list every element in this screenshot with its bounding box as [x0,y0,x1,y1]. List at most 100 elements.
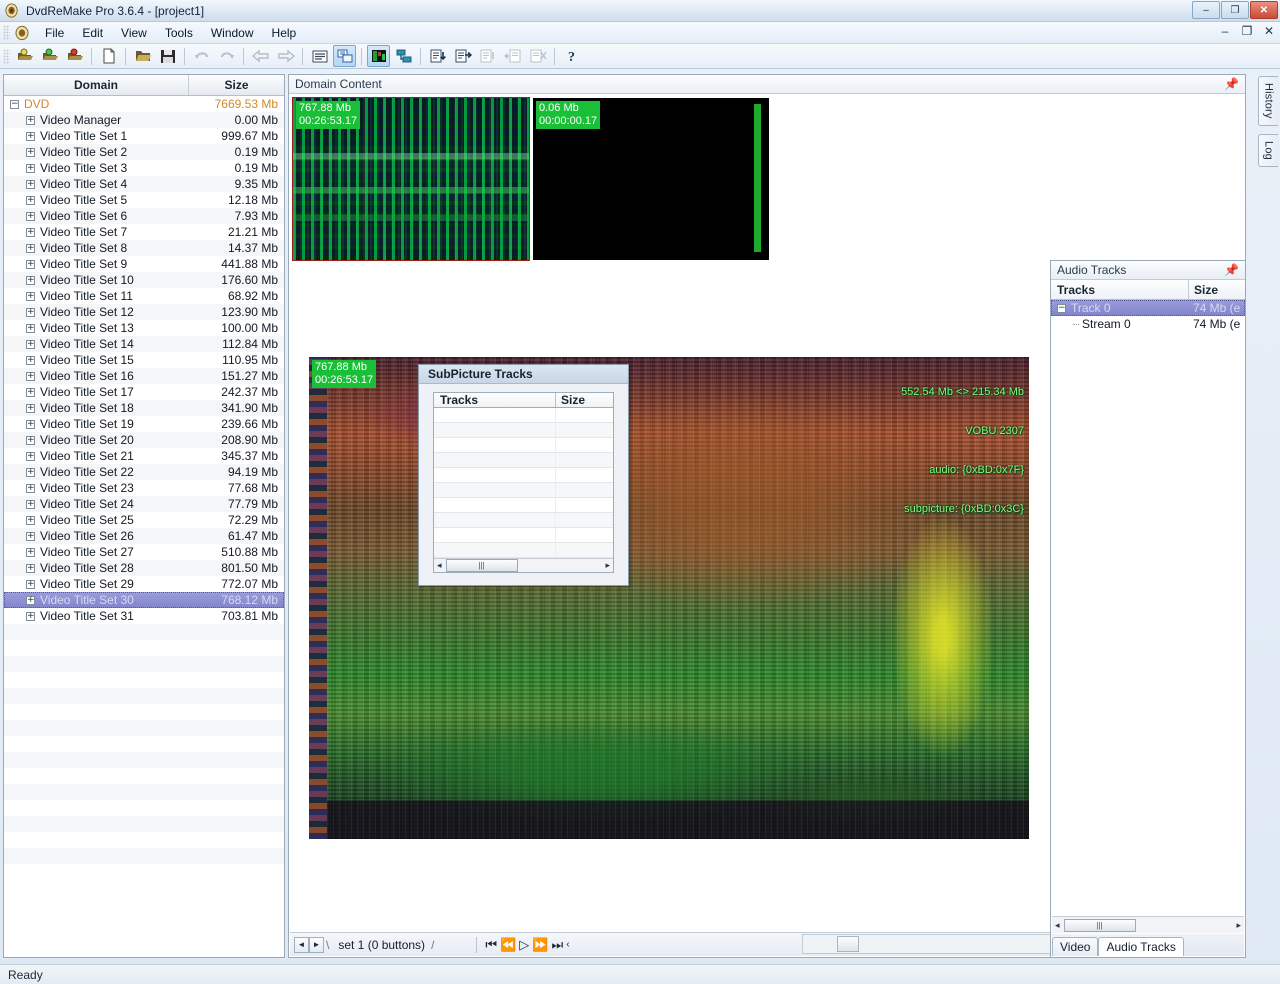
menu-view[interactable]: View [112,23,156,43]
expand-icon[interactable]: + [26,147,35,157]
table-row[interactable]: + Video Title Set 11 68.92 Mb [4,288,284,304]
side-tab-log[interactable]: Log [1258,133,1278,167]
expand-icon[interactable]: + [26,451,35,461]
pin-icon[interactable]: 📌 [1224,77,1239,91]
table-row[interactable]: + Video Title Set 25 72.29 Mb [4,512,284,528]
domain-tree-body[interactable]: − DVD 7669.53 Mb + Video Manager 0.00 Mb + Vide… [4,96,284,957]
table-row[interactable]: + Video Title Set 26 61.47 Mb [4,528,284,544]
link-view-icon[interactable] [392,45,415,67]
tab-video[interactable]: Video [1052,937,1099,956]
import-list-icon[interactable] [451,45,474,67]
subpicture-scrollbar-thumb[interactable]: ||| [445,559,518,572]
audio-grid-rows[interactable]: − Track 0 74 Mb (e Stream 0 74 Mb (e [1051,300,1245,920]
toolbar-drag-grip[interactable] [3,48,10,64]
expand-icon[interactable]: + [26,547,35,557]
expand-icon[interactable]: + [26,435,35,445]
expand-icon[interactable]: + [26,307,35,317]
subpicture-grid-rows[interactable] [434,408,613,558]
table-row[interactable]: + Video Title Set 2 0.19 Mb [4,144,284,160]
expand-icon[interactable]: + [26,163,35,173]
mdi-restore-icon[interactable]: ❐ [1240,24,1254,38]
open-dvd-green-icon[interactable] [38,45,61,67]
open-dvd-yellow-icon[interactable] [13,45,36,67]
subpicture-column-tracks[interactable]: Tracks [434,393,556,407]
subpicture-row[interactable] [434,543,613,558]
expand-icon[interactable]: + [26,355,35,365]
table-row[interactable]: + Video Title Set 17 242.37 Mb [4,384,284,400]
expand-icon[interactable]: + [26,403,35,413]
table-row[interactable]: + Video Title Set 22 94.19 Mb [4,464,284,480]
more-button[interactable]: ‹ [566,939,569,950]
domain-view-icon[interactable] [333,45,356,67]
new-project-icon[interactable] [97,45,120,67]
table-row[interactable]: + Video Title Set 19 239.66 Mb [4,416,284,432]
table-row[interactable]: + Video Title Set 14 112.84 Mb [4,336,284,352]
audio-column-tracks[interactable]: Tracks [1051,280,1189,299]
expand-icon[interactable]: + [26,387,35,397]
expand-icon[interactable]: + [26,611,35,621]
table-row[interactable]: + Video Title Set 3 0.19 Mb [4,160,284,176]
subpicture-row[interactable] [434,528,613,543]
column-header-domain[interactable]: Domain [4,75,189,95]
menu-help[interactable]: Help [263,23,306,43]
table-row[interactable]: + Video Title Set 15 110.95 Mb [4,352,284,368]
table-row[interactable]: + Video Title Set 16 151.27 Mb [4,368,284,384]
expand-icon[interactable]: + [26,115,35,125]
expand-icon[interactable]: + [26,467,35,477]
menu-window[interactable]: Window [202,23,263,43]
maximize-button[interactable]: ❐ [1221,1,1249,19]
table-row[interactable]: + Video Title Set 30 768.12 Mb [4,592,284,608]
expand-icon[interactable]: + [26,211,35,221]
table-row[interactable]: + Video Title Set 31 703.81 Mb [4,608,284,624]
subpicture-row[interactable] [434,513,613,528]
expand-icon[interactable]: + [26,499,35,509]
table-row[interactable]: + Video Title Set 6 7.93 Mb [4,208,284,224]
audio-scroll-right-arrow-icon[interactable]: ▸ [1236,920,1241,931]
open-dvd-red-icon[interactable] [63,45,86,67]
table-row[interactable]: + Video Title Set 27 510.88 Mb [4,544,284,560]
list-view-icon[interactable] [308,45,331,67]
table-row[interactable]: + Video Title Set 10 176.60 Mb [4,272,284,288]
subpicture-row[interactable] [434,438,613,453]
rewind-button[interactable]: ⏪ [500,937,516,953]
expand-icon[interactable]: + [26,323,35,333]
expand-icon[interactable]: + [26,563,35,573]
table-row[interactable]: + Video Title Set 4 9.35 Mb [4,176,284,192]
save-project-icon[interactable] [156,45,179,67]
table-row[interactable]: + Video Title Set 18 341.90 Mb [4,400,284,416]
expand-icon[interactable]: + [26,595,35,605]
table-row[interactable]: + Video Title Set 13 100.00 Mb [4,320,284,336]
table-row[interactable]: + Video Title Set 21 345.37 Mb [4,448,284,464]
audio-column-size[interactable]: Size [1189,280,1245,299]
mdi-document-icon[interactable] [14,25,30,41]
subpicture-tracks-dialog[interactable]: SubPicture Tracks Tracks Size ◂ ||| ▸ [418,364,629,586]
export-list-icon[interactable] [426,45,449,67]
menu-tools[interactable]: Tools [156,23,202,43]
table-row[interactable]: + Video Title Set 1 999.67 Mb [4,128,284,144]
subpicture-column-size[interactable]: Size [556,393,613,407]
mdi-minimize-icon[interactable]: – [1218,24,1232,38]
expand-icon[interactable]: + [26,531,35,541]
side-tab-history[interactable]: History [1258,76,1278,126]
subpicture-scroll-right-arrow-icon[interactable]: ▸ [605,560,610,571]
table-row[interactable]: + Video Title Set 24 77.79 Mb [4,496,284,512]
subpicture-row[interactable] [434,468,613,483]
table-row[interactable]: + Video Title Set 20 208.90 Mb [4,432,284,448]
prev-set-button[interactable]: ◄ [294,936,309,953]
column-header-size[interactable]: Size [189,75,284,95]
thumbnail-vts-main[interactable]: 767.88 Mb 00:26:53.17 [292,97,530,261]
subpicture-row[interactable] [434,483,613,498]
table-row[interactable]: + Video Title Set 7 21.21 Mb [4,224,284,240]
expand-icon[interactable]: + [26,291,35,301]
table-row[interactable]: + Video Title Set 28 801.50 Mb [4,560,284,576]
menu-edit[interactable]: Edit [73,23,112,43]
minimize-button[interactable]: – [1192,1,1220,19]
subpicture-row[interactable] [434,498,613,513]
subpicture-scroll-left-arrow-icon[interactable]: ◂ [437,560,442,571]
table-row[interactable]: + Video Title Set 9 441.88 Mb [4,256,284,272]
audio-scroll-left-arrow-icon[interactable]: ◂ [1055,920,1060,931]
audio-track-row[interactable]: − Track 0 74 Mb (e [1051,300,1245,316]
collapse-icon[interactable]: − [10,99,19,109]
menu-drag-grip[interactable] [3,25,10,40]
expand-icon[interactable]: + [26,259,35,269]
